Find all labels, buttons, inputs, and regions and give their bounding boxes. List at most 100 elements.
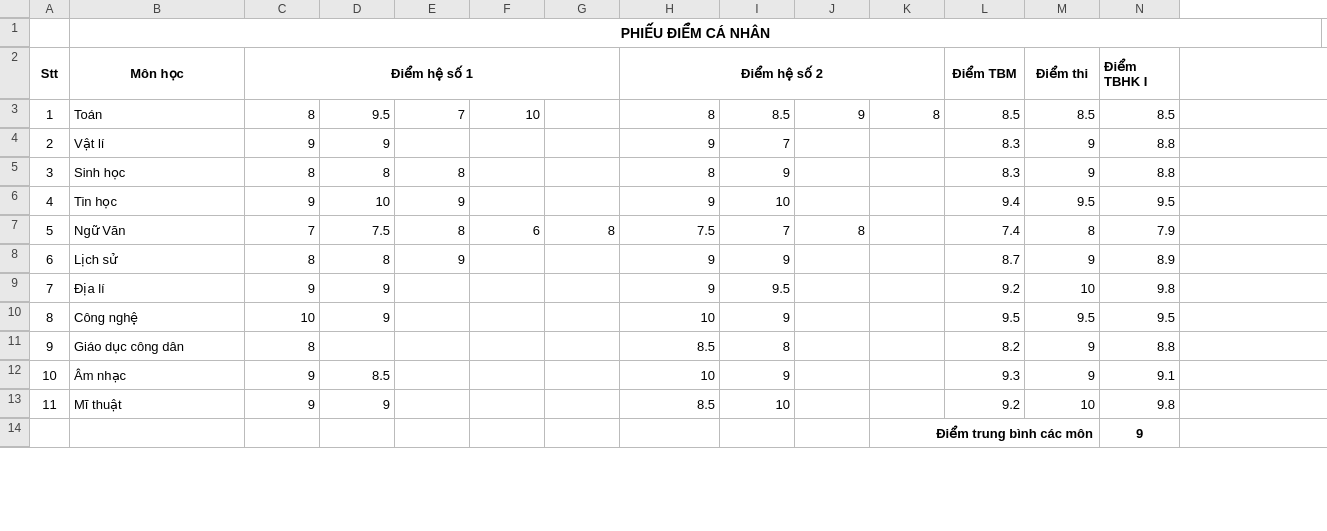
cell-1-A — [30, 19, 70, 47]
cell-5-I: 9 — [720, 158, 795, 186]
cell-5-A: 3 — [30, 158, 70, 186]
cell-11-M: 9 — [1025, 332, 1100, 360]
cell-4-D: 9 — [320, 129, 395, 157]
cell-9-L: 9.2 — [945, 274, 1025, 302]
cell-13-A: 11 — [30, 390, 70, 418]
cell-12-G — [545, 361, 620, 389]
cell-6-C: 9 — [245, 187, 320, 215]
cell-11-I: 8 — [720, 332, 795, 360]
cell-7-G: 8 — [545, 216, 620, 244]
cell-12-F — [470, 361, 545, 389]
row-10: 108Công nghệ1091099.59.59.5 — [0, 303, 1327, 332]
cell-8-E: 9 — [395, 245, 470, 273]
col-F: F — [470, 0, 545, 18]
cell-3-M: 8.5 — [1025, 100, 1100, 128]
cell-11-C: 8 — [245, 332, 320, 360]
cell-14-F — [470, 419, 545, 447]
row-13: 1311Mĩ thuật998.5109.2109.8 — [0, 390, 1327, 419]
col-J: J — [795, 0, 870, 18]
header-tbm-text: Điểm TBM — [952, 66, 1016, 81]
cell-8-B: Lịch sử — [70, 245, 245, 273]
cell-9-G — [545, 274, 620, 302]
cell-10-B: Công nghệ — [70, 303, 245, 331]
cell-5-L: 8.3 — [945, 158, 1025, 186]
cell-9-E — [395, 274, 470, 302]
corner-cell — [0, 0, 30, 18]
cell-13-D: 9 — [320, 390, 395, 418]
col-A: A — [30, 0, 70, 18]
cell-5-J — [795, 158, 870, 186]
cell-12-M: 9 — [1025, 361, 1100, 389]
cell-11-J — [795, 332, 870, 360]
cell-9-C: 9 — [245, 274, 320, 302]
cell-5-H: 8 — [620, 158, 720, 186]
cell-6-B: Tin học — [70, 187, 245, 215]
col-header-row: A B C D E F G H I J K L M N — [0, 0, 1327, 19]
row-9: 97Địa lí9999.59.2109.8 — [0, 274, 1327, 303]
cell-13-C: 9 — [245, 390, 320, 418]
cell-14-I — [720, 419, 795, 447]
cell-8-K — [870, 245, 945, 273]
row-num-6: 6 — [0, 187, 30, 215]
header-diem-tbm: Điểm TBM — [945, 48, 1025, 99]
cell-12-H: 10 — [620, 361, 720, 389]
cell-12-A: 10 — [30, 361, 70, 389]
cell-7-C: 7 — [245, 216, 320, 244]
cell-7-F: 6 — [470, 216, 545, 244]
cell-10-D: 9 — [320, 303, 395, 331]
cell-11-E — [395, 332, 470, 360]
cell-9-H: 9 — [620, 274, 720, 302]
cell-7-A: 5 — [30, 216, 70, 244]
cell-3-A: 1 — [30, 100, 70, 128]
cell-11-K — [870, 332, 945, 360]
col-E: E — [395, 0, 470, 18]
cell-3-H: 8 — [620, 100, 720, 128]
cell-4-K — [870, 129, 945, 157]
cell-4-J — [795, 129, 870, 157]
col-M: M — [1025, 0, 1100, 18]
cell-3-L: 8.5 — [945, 100, 1025, 128]
cell-3-C: 8 — [245, 100, 320, 128]
cell-7-H: 7.5 — [620, 216, 720, 244]
cell-14-C — [245, 419, 320, 447]
cell-10-K — [870, 303, 945, 331]
cell-9-A: 7 — [30, 274, 70, 302]
cell-5-D: 8 — [320, 158, 395, 186]
header-thi-text: Điểm thi — [1036, 66, 1088, 81]
cell-7-K — [870, 216, 945, 244]
cell-9-M: 10 — [1025, 274, 1100, 302]
data-rows: 31Toán89.571088.5988.58.58.542Vật lí9997… — [0, 100, 1327, 419]
spreadsheet: A B C D E F G H I J K L M N 1 PHIẾU ĐIỂM… — [0, 0, 1327, 448]
cell-13-I: 10 — [720, 390, 795, 418]
col-K: K — [870, 0, 945, 18]
cell-12-C: 9 — [245, 361, 320, 389]
cell-4-N: 8.8 — [1100, 129, 1180, 157]
cell-8-N: 8.9 — [1100, 245, 1180, 273]
cell-12-J — [795, 361, 870, 389]
col-D: D — [320, 0, 395, 18]
cell-11-G — [545, 332, 620, 360]
cell-7-D: 7.5 — [320, 216, 395, 244]
cell-10-F — [470, 303, 545, 331]
cell-3-K: 8 — [870, 100, 945, 128]
cell-4-E — [395, 129, 470, 157]
cell-11-A: 9 — [30, 332, 70, 360]
col-G: G — [545, 0, 620, 18]
cell-10-I: 9 — [720, 303, 795, 331]
cell-9-I: 9.5 — [720, 274, 795, 302]
row-num-5: 5 — [0, 158, 30, 186]
cell-12-N: 9.1 — [1100, 361, 1180, 389]
cell-9-K — [870, 274, 945, 302]
cell-5-C: 8 — [245, 158, 320, 186]
cell-9-J — [795, 274, 870, 302]
cell-11-F — [470, 332, 545, 360]
header-mon-hoc: Môn học — [70, 48, 245, 99]
cell-3-F: 10 — [470, 100, 545, 128]
title-cell: PHIẾU ĐIỂM CÁ NHÂN — [70, 19, 1322, 47]
cell-3-J: 9 — [795, 100, 870, 128]
cell-6-E: 9 — [395, 187, 470, 215]
cell-6-A: 4 — [30, 187, 70, 215]
cell-5-F — [470, 158, 545, 186]
cell-13-E — [395, 390, 470, 418]
cell-5-M: 9 — [1025, 158, 1100, 186]
